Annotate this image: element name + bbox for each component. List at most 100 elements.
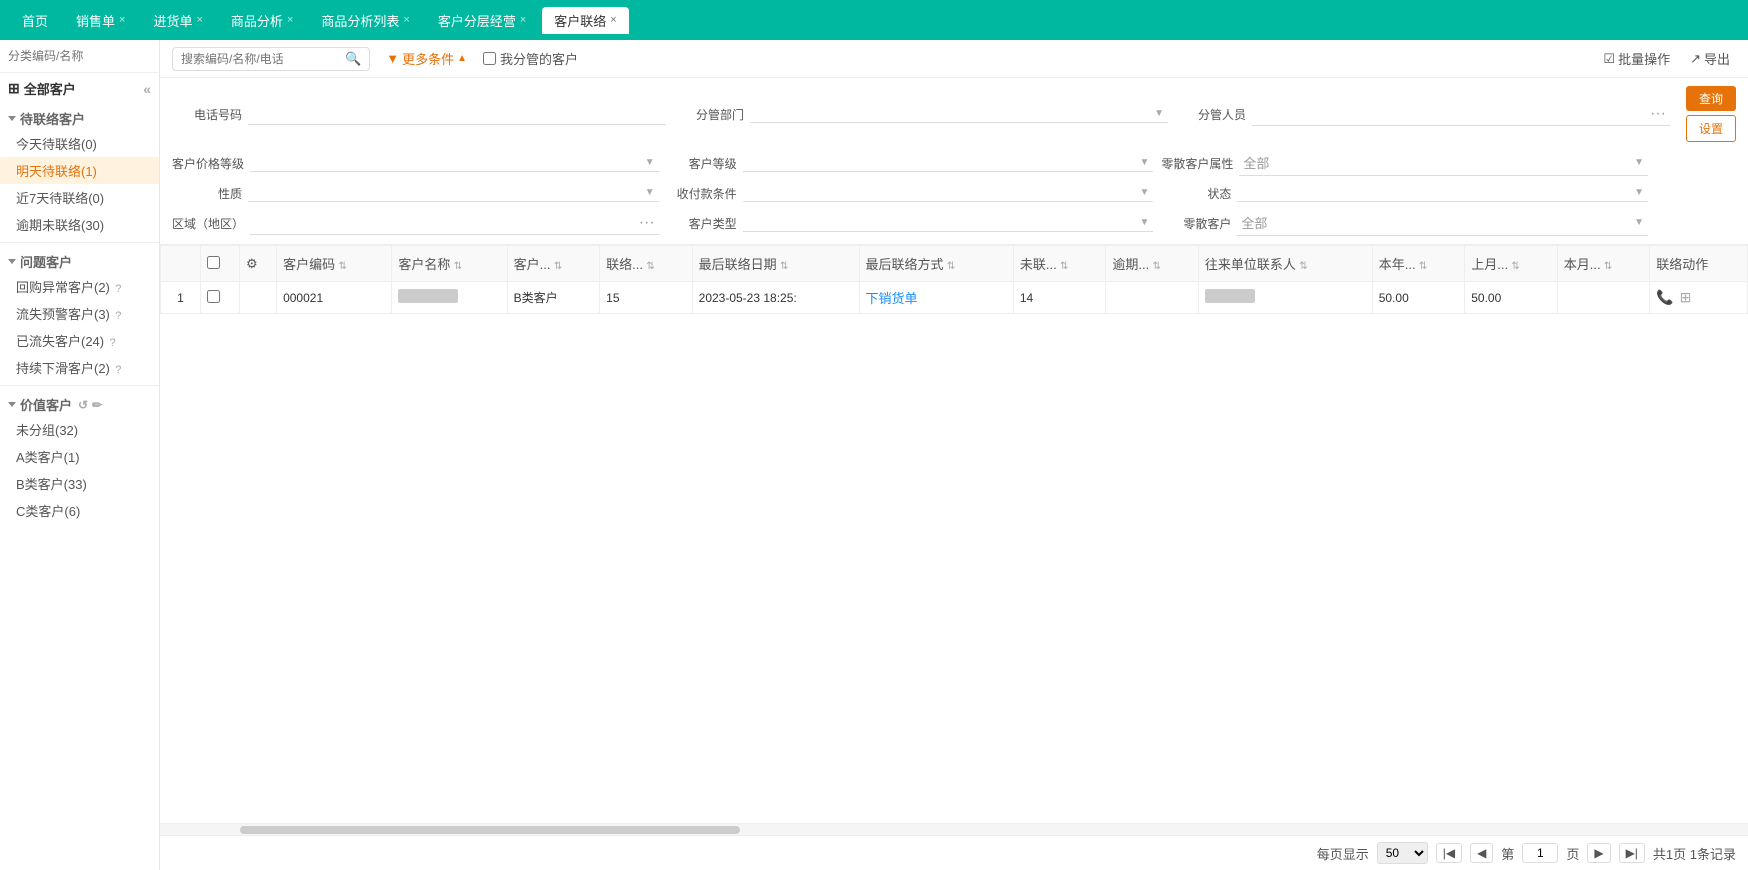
nav-customer-contact-close[interactable]: × <box>610 14 616 26</box>
table-scroll-bar[interactable] <box>160 823 1748 835</box>
th-unit-contact-sort-icon[interactable]: ⇅ <box>1299 261 1307 272</box>
phone-action-icon[interactable]: 📞 <box>1656 289 1673 306</box>
th-overdue[interactable]: 逾期... ⇅ <box>1106 246 1199 282</box>
prev-page-button[interactable]: ◀ <box>1470 843 1493 863</box>
nav-sales-close[interactable]: × <box>119 14 125 26</box>
toolbar-search-icon[interactable]: 🔍 <box>345 51 361 67</box>
nav-product-analysis-close[interactable]: × <box>287 14 293 26</box>
last-contact-method-link[interactable]: 下销货单 <box>866 291 918 306</box>
th-not-contacted-sort-icon[interactable]: ⇅ <box>1060 261 1068 272</box>
nav-purchase-label: 进货单 <box>153 11 192 30</box>
filter-person-dots[interactable]: ··· <box>1650 106 1666 122</box>
row-checkbox[interactable] <box>207 290 220 303</box>
sidebar-item-unclassified[interactable]: 未分组(32) <box>0 416 159 443</box>
nav-purchase-close[interactable]: × <box>196 14 202 26</box>
sidebar-item-7days-contact[interactable]: 近7天待联络(0) <box>0 184 159 211</box>
filter-retail-customer-label: 零散客户 <box>1161 215 1231 232</box>
export-button[interactable]: ↗ 导出 <box>1684 46 1736 71</box>
th-name-sort-icon[interactable]: ⇅ <box>454 261 462 272</box>
nav-product-analysis-list[interactable]: 商品分析列表 × <box>309 7 421 34</box>
th-not-contacted[interactable]: 未联... ⇅ <box>1013 246 1106 282</box>
sidebar-item-today-contact[interactable]: 今天待联络(0) <box>0 130 159 157</box>
th-name[interactable]: 客户名称 ⇅ <box>392 246 507 282</box>
toolbar-search-input[interactable] <box>181 52 341 66</box>
th-this-year-sort-icon[interactable]: ⇅ <box>1419 261 1427 272</box>
filter-region-dots[interactable]: ··· <box>639 215 655 231</box>
nav-customer-contact-label: 客户联络 <box>554 11 606 30</box>
query-button[interactable]: 查询 <box>1686 86 1736 111</box>
scroll-thumb[interactable] <box>240 826 740 834</box>
nav-customer-contact[interactable]: 客户联络 × <box>542 7 628 34</box>
filter-customer-level-select[interactable]: ▼ <box>743 154 1154 172</box>
sidebar-collapse-btn[interactable]: « <box>143 81 151 97</box>
th-type[interactable]: 客户... ⇅ <box>507 246 600 282</box>
sidebar-search-input[interactable] <box>8 49 160 63</box>
nav-product-analysis-list-close[interactable]: × <box>403 14 409 26</box>
th-code[interactable]: 客户编码 ⇅ <box>277 246 392 282</box>
nav-product-analysis[interactable]: 商品分析 × <box>219 7 305 34</box>
filter-nature-label: 性质 <box>172 185 242 202</box>
th-gear[interactable]: ⚙ <box>240 246 277 282</box>
more-filters-button[interactable]: ▼ 更多条件 ▲ <box>380 46 473 71</box>
my-customers-checkbox[interactable] <box>483 52 496 65</box>
th-overdue-sort-icon[interactable]: ⇅ <box>1153 261 1161 272</box>
nav-home[interactable]: 首页 <box>10 7 60 34</box>
nav-home-label: 首页 <box>22 11 48 30</box>
sidebar-group-pending-contact[interactable]: 待联络客户 <box>0 104 159 130</box>
nav-customer-tier-close[interactable]: × <box>520 14 526 26</box>
filter-status-select[interactable]: ▼ <box>1237 184 1648 202</box>
sidebar-all-customers[interactable]: ⊞ 全部客户 « <box>0 73 159 104</box>
th-name-label: 客户名称 <box>398 257 450 272</box>
filter-dept-select[interactable]: ▼ <box>750 105 1168 123</box>
cell-last-method[interactable]: 下销货单 <box>859 282 1013 314</box>
nav-purchase[interactable]: 进货单 × <box>141 7 214 34</box>
nav-sales[interactable]: 销售单 × <box>64 7 137 34</box>
th-code-sort-icon[interactable]: ⇅ <box>338 261 346 272</box>
th-last-date-sort-icon[interactable]: ⇅ <box>780 261 788 272</box>
cell-last-month: 50.00 <box>1465 282 1558 314</box>
sidebar-item-repurchase-abnormal[interactable]: 回购异常客户(2) ? <box>0 273 159 300</box>
batch-ops-button[interactable]: ☑ 批量操作 <box>1597 46 1676 71</box>
last-page-button[interactable]: ▶| <box>1619 843 1645 863</box>
th-last-month-sort-icon[interactable]: ⇅ <box>1511 261 1519 272</box>
nav-customer-tier[interactable]: 客户分层经营 × <box>426 7 538 34</box>
more-action-icon[interactable]: ⊞ <box>1680 289 1692 306</box>
th-this-month[interactable]: 本月... ⇅ <box>1557 246 1650 282</box>
set-button[interactable]: 设置 <box>1686 115 1736 142</box>
sidebar-item-churned[interactable]: 已流失客户(24) ? <box>0 327 159 354</box>
th-this-month-sort-icon[interactable]: ⇅ <box>1604 261 1612 272</box>
th-contact[interactable]: 联络... ⇅ <box>600 246 693 282</box>
first-page-button[interactable]: |◀ <box>1436 843 1462 863</box>
sidebar-item-overdue-contact[interactable]: 逾期未联络(30) <box>0 211 159 238</box>
my-customers-checkbox-label[interactable]: 我分管的客户 <box>483 49 578 68</box>
th-type-sort-icon[interactable]: ⇅ <box>554 261 562 272</box>
th-last-method[interactable]: 最后联络方式 ⇅ <box>859 246 1013 282</box>
th-last-month[interactable]: 上月... ⇅ <box>1465 246 1558 282</box>
th-last-method-sort-icon[interactable]: ⇅ <box>947 261 955 272</box>
filter-nature-select[interactable]: ▼ <box>248 184 659 202</box>
next-page-button[interactable]: ▶ <box>1587 843 1610 863</box>
filter-customer-type-select[interactable]: ▼ <box>743 214 1154 232</box>
th-this-year[interactable]: 本年... ⇅ <box>1372 246 1465 282</box>
sidebar-item-class-a[interactable]: A类客户(1) <box>0 443 159 470</box>
filter-price-level-select[interactable]: ▼ <box>250 154 659 172</box>
filter-retail-attr-select[interactable]: 全部 ▼ <box>1239 150 1648 176</box>
current-page-input[interactable] <box>1522 843 1558 863</box>
sidebar-group-value-customers[interactable]: 价值客户 ↺ ✏ <box>0 390 159 416</box>
gear-icon[interactable]: ⚙ <box>246 256 258 271</box>
sidebar-item-continuous-decline[interactable]: 持续下滑客户(2) ? <box>0 354 159 381</box>
filter-phone-input[interactable] <box>248 104 666 125</box>
sidebar-item-churn-warning[interactable]: 流失预警客户(3) ? <box>0 300 159 327</box>
filter-payment-select[interactable]: ▼ <box>743 184 1154 202</box>
filter-retail-customer-select[interactable]: 全部 ▼ <box>1237 210 1648 236</box>
th-contact-sort-icon[interactable]: ⇅ <box>646 261 654 272</box>
page-size-select[interactable]: 50 100 200 <box>1377 842 1428 864</box>
th-last-date[interactable]: 最后联络日期 ⇅ <box>692 246 859 282</box>
th-unit-contact[interactable]: 往来单位联系人 ⇅ <box>1198 246 1372 282</box>
sidebar-item-tomorrow-contact[interactable]: 明天待联络(1) <box>0 157 159 184</box>
select-all-checkbox[interactable] <box>207 256 220 269</box>
cell-checkbox[interactable] <box>201 282 240 314</box>
sidebar-item-class-b[interactable]: B类客户(33) <box>0 470 159 497</box>
sidebar-item-class-c[interactable]: C类客户(6) <box>0 497 159 524</box>
sidebar-group-problem-customers[interactable]: 问题客户 <box>0 247 159 273</box>
